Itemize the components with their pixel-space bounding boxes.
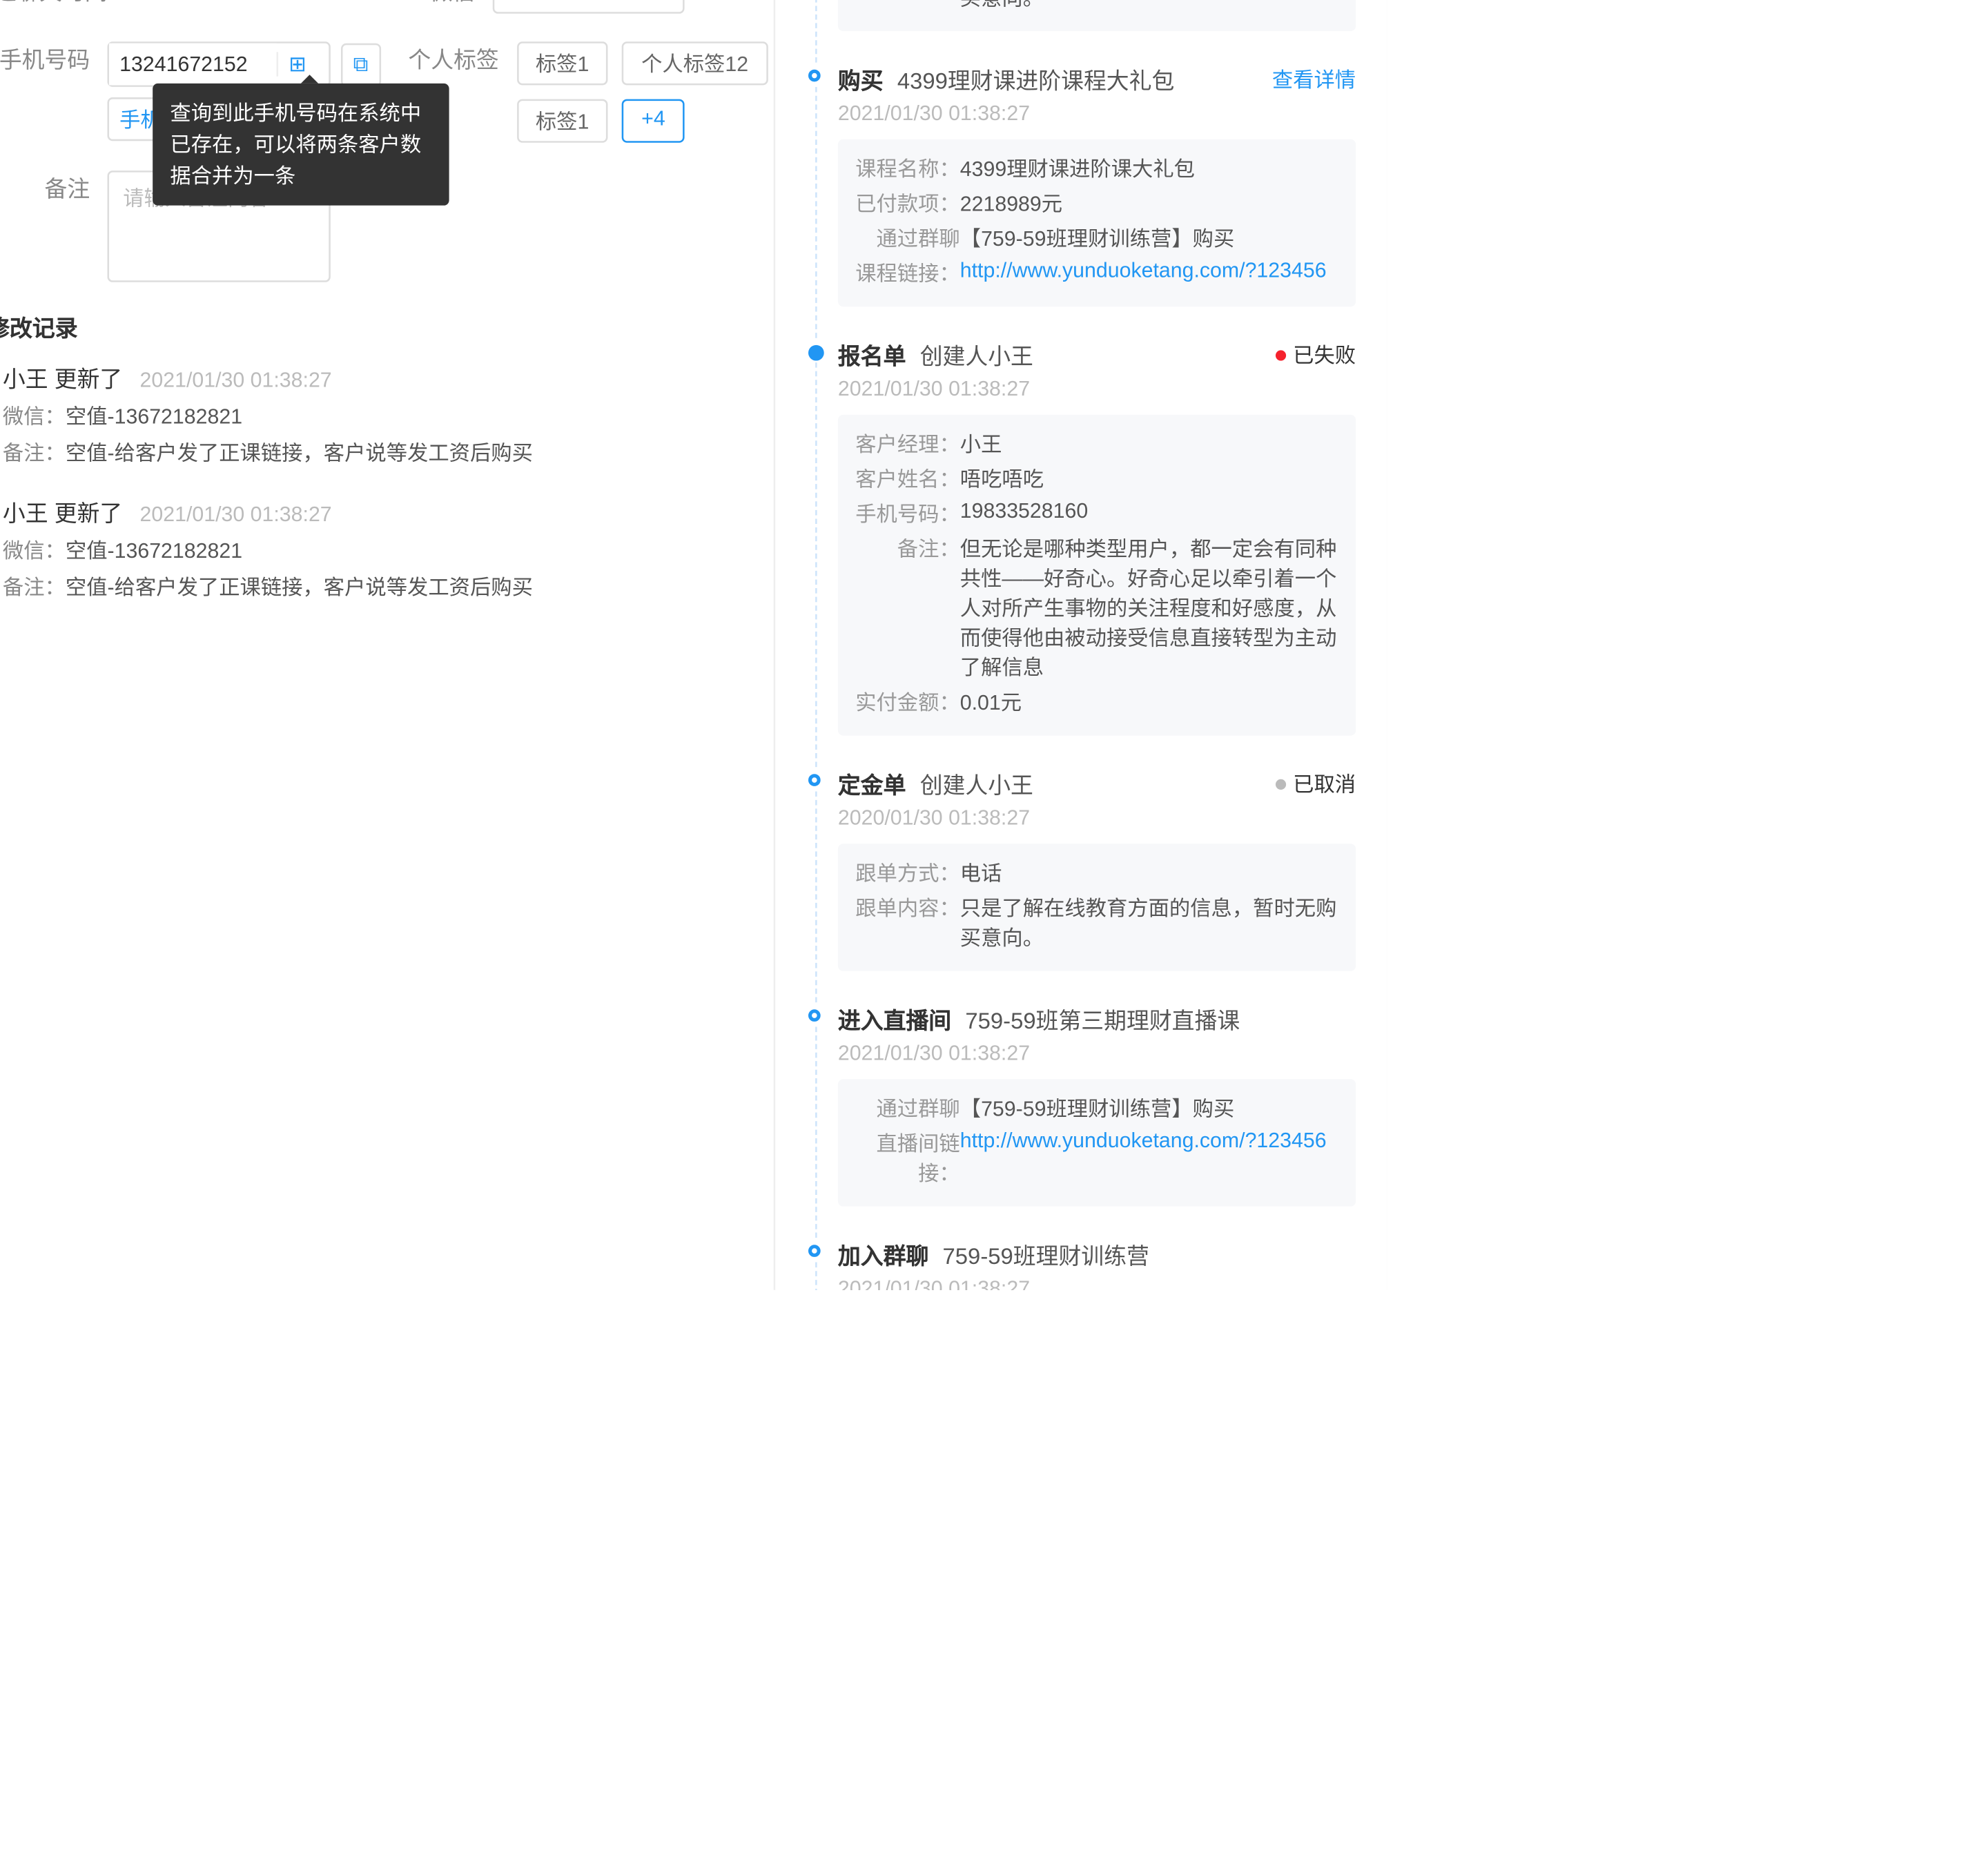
timeline-dot — [808, 1009, 821, 1022]
phone-lookup-icon[interactable]: ⊞ — [277, 52, 317, 76]
tl-status: 已取消 — [1276, 769, 1356, 799]
history-title: 小王 更新了2021/01/30 01:38:27 — [3, 360, 742, 393]
timeline-dot — [808, 70, 821, 82]
personal-tag[interactable]: 标签1 — [516, 41, 608, 85]
personal-tag[interactable]: 个人标签12 — [623, 41, 768, 85]
tl-date: 2021/01/30 01:38:27 — [838, 376, 1356, 400]
remark-label: 备注 — [0, 171, 90, 204]
tl-date: 2020/01/30 01:38:27 — [838, 806, 1356, 830]
phone-label: 手机号码 — [0, 41, 90, 75]
timeline-dot — [808, 774, 821, 786]
tl-sub: 创建人小王 — [920, 338, 1033, 371]
phone-copy-icon[interactable]: ⧉ — [341, 42, 380, 86]
history-wx: 微信：空值-13672182821 — [3, 401, 742, 431]
history-wx: 微信：空值-13672182821 — [3, 535, 742, 565]
phone-input[interactable] — [109, 43, 276, 86]
tl-sub: 4399理财课进阶课程大礼包 — [897, 62, 1174, 95]
tl-title: 加入群聊 — [838, 1238, 928, 1271]
tl-sub: 759-59班第三期理财直播课 — [966, 1002, 1240, 1035]
tl-card: 通过群聊【759-59班理财训练营】购买直播间链接：http://www.yun… — [838, 1079, 1356, 1206]
phone-input-wrap: ⊞ — [108, 41, 331, 87]
tl-detail-link[interactable]: 查看详情 — [1272, 64, 1356, 94]
tl-title: 购买 — [838, 62, 884, 95]
history-date: 2021/01/30 01:38:27 — [140, 502, 332, 526]
section-history: 修改记录 — [0, 310, 742, 343]
tl-title: 进入直播间 — [838, 1002, 951, 1035]
personal-tag[interactable]: 标签1 — [516, 99, 608, 143]
last-chat-value: 2021/09/10 12:00:00 — [125, 0, 333, 3]
tl-card: 跟单方式：电话跟单内容：只是了解在线教育方面的信息，暂时无购买意向。 — [838, 844, 1356, 971]
timeline-item: 定金单创建人小王 已取消 2020/01/30 01:38:27 跟单方式：电话跟单内… — [807, 767, 1356, 971]
timeline-item: 加入群聊759-59班理财训练营2021/01/30 01:38:27入群方式：… — [807, 1238, 1356, 1290]
tl-card: 课程名称：4399理财课进阶课大礼包已付款项：2218989元通过群聊【759-… — [838, 139, 1356, 306]
tl-date: 2021/01/30 01:38:27 — [838, 1041, 1356, 1065]
timeline-item: 定金单创建人小王已完成2020/01/30 01:38:27跟单方式：电话跟单内… — [807, 0, 1356, 31]
timeline-item: 进入直播间 759-59班第三期理财直播课 2021/01/30 01:38:27 通… — [807, 1002, 1356, 1207]
tl-date: 2021/01/30 01:38:27 — [838, 1276, 1356, 1290]
history-item: 小王 更新了2021/01/30 01:38:27 微信：空值-136721828… — [0, 495, 742, 601]
tl-card: 跟单方式：电话跟单内容：只是了解在线教育方面的信息，暂时无购买意向。 — [838, 0, 1356, 31]
history-item: 小王 更新了2021/01/30 01:38:27 微信：空值-136721828… — [0, 360, 742, 467]
timeline-item: 报名单创建人小王 已失败 2021/01/30 01:38:27 客户经理：小王客户姓… — [807, 338, 1356, 736]
customer-drawer: 📇 微信名称6789990000966 代下单 交定金 昵称：小王 | 客户经理… — [0, 0, 1387, 1290]
tl-sub: 759-59班理财训练营 — [943, 1238, 1149, 1271]
tl-date: 2021/01/30 01:38:27 — [838, 101, 1356, 125]
history-title: 小王 更新了2021/01/30 01:38:27 — [3, 495, 742, 528]
ptags-more[interactable]: +4 — [623, 99, 685, 143]
wechat-label: 微信 — [357, 0, 476, 7]
tl-card: 客户经理：小王客户姓名：唔吃唔吃手机号码：19833528160备注：但无论是哪… — [838, 415, 1356, 736]
history-date: 2021/01/30 01:38:27 — [140, 368, 332, 392]
tl-status: 已失败 — [1276, 340, 1356, 369]
timeline-dot — [808, 345, 824, 361]
phone-tooltip: 查询到此手机号码在系统中已存在，可以将两条客户数据合并为一条 — [153, 84, 449, 206]
timeline-item: 购买 4399理财课进阶课程大礼包 查看详情 2021/01/30 01:38:27 课… — [807, 62, 1356, 306]
last-chat-label: 最近聊天时间 — [0, 0, 108, 7]
history-note: 备注：空值-给客户发了正课链接，客户说等发工资后购买 — [3, 438, 742, 467]
history-note: 备注：空值-给客户发了正课链接，客户说等发工资后购买 — [3, 572, 742, 601]
wechat-input[interactable]: 请输入 — [493, 0, 685, 14]
timeline-dot — [808, 1245, 821, 1257]
tl-sub: 创建人小王 — [920, 767, 1033, 800]
tl-title: 定金单 — [838, 767, 906, 800]
tl-title: 报名单 — [838, 338, 906, 371]
personal-tags-label: 个人标签 — [380, 41, 499, 75]
